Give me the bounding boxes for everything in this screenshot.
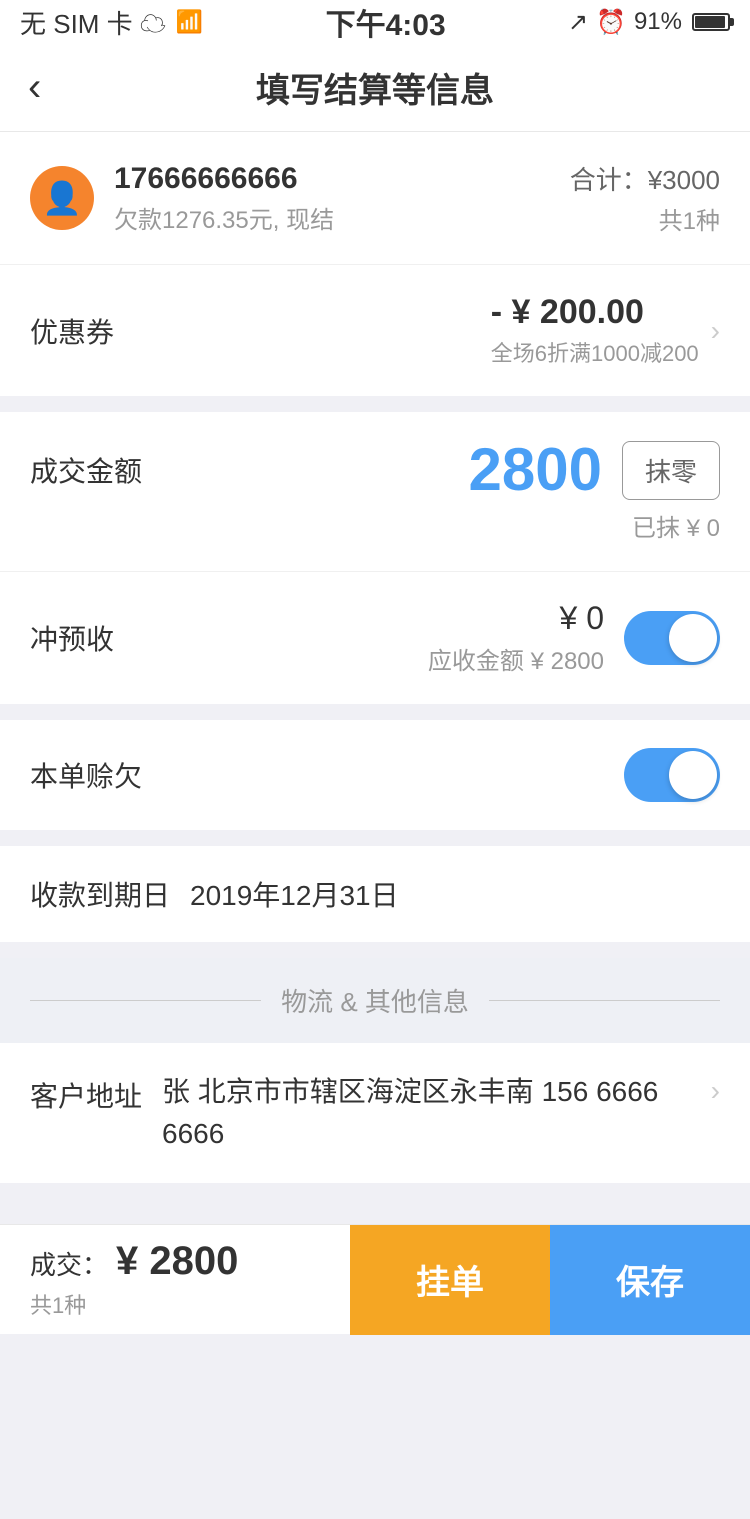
coupon-info: - ¥ 200.00 全场6折满1000减200	[491, 293, 699, 368]
round-button[interactable]: 抹零	[622, 441, 720, 500]
address-chevron-icon: ›	[711, 1071, 720, 1107]
prepay-label: 冲预收	[30, 618, 114, 658]
customer-info: 17666666666 欠款1276.35元, 现结	[114, 162, 334, 235]
duedate-section: 收款到期日 2019年12月31日	[0, 846, 750, 942]
trade-right: 2800 抹零	[469, 440, 721, 500]
total-label: 合计：¥3000	[570, 160, 720, 197]
toggle-knob	[669, 614, 717, 662]
bottom-bar: 成交： ¥ 2800 共1种 挂单 保存	[0, 1224, 750, 1334]
trade-row: 成交金额 2800 抹零	[30, 440, 720, 500]
trade-section: 成交金额 2800 抹零 已抹 ¥ 0 冲预收 ¥ 0 应收金额 ¥ 2800	[0, 412, 750, 704]
page-title: 填写结算等信息	[256, 63, 494, 112]
bottom-summary-label: 成交：	[30, 1245, 108, 1282]
prepay-sub: 应收金额 ¥ 2800	[428, 641, 604, 676]
bottom-summary-top: 成交： ¥ 2800	[30, 1239, 320, 1284]
bottom-summary-amount: ¥ 2800	[116, 1239, 238, 1284]
pending-button[interactable]: 挂单	[350, 1225, 550, 1335]
avatar-icon: 👤	[42, 179, 82, 217]
prepay-amount: ¥ 0	[428, 600, 604, 637]
credit-toggle[interactable]	[624, 748, 720, 802]
prepay-section: 冲预收 ¥ 0 应收金额 ¥ 2800	[0, 571, 750, 704]
duedate-label: 收款到期日	[30, 874, 170, 914]
trade-sub: 已抹 ¥ 0	[30, 508, 720, 543]
trade-label: 成交金额	[30, 450, 142, 490]
address-section[interactable]: 客户地址 张 北京市市辖区海淀区永丰南 156 6666 6666 ›	[0, 1043, 750, 1183]
status-left: 无 SIM 卡 ☁ 📶	[20, 4, 203, 41]
logistics-label: 物流 & 其他信息	[281, 982, 469, 1019]
coupon-right: - ¥ 200.00 全场6折满1000减200 ›	[491, 293, 720, 368]
total-count: 共1种	[570, 201, 720, 236]
address-label: 客户地址	[30, 1071, 142, 1115]
status-bar: 无 SIM 卡 ☁ 📶 下午4:03 ↗ ⏰ 91%	[0, 0, 750, 44]
duedate-row: 收款到期日 2019年12月31日	[30, 874, 720, 914]
battery-percent: 91%	[634, 8, 682, 36]
location-icon: ↗	[568, 8, 588, 37]
prepay-amount-block: ¥ 0 应收金额 ¥ 2800	[428, 600, 604, 676]
coupon-sub: 全场6折满1000减200	[491, 336, 699, 368]
save-button[interactable]: 保存	[550, 1225, 750, 1335]
nav-bar: ‹ 填写结算等信息	[0, 44, 750, 132]
customer-row: 👤 17666666666 欠款1276.35元, 现结 合计：¥3000 共1…	[0, 132, 750, 264]
status-time: 下午4:03	[326, 0, 446, 44]
divider-line-right	[489, 1000, 720, 1001]
prepay-row: 冲预收 ¥ 0 应收金额 ¥ 2800	[30, 600, 720, 676]
customer-section: 👤 17666666666 欠款1276.35元, 现结 合计：¥3000 共1…	[0, 132, 750, 396]
duedate-value: 2019年12月31日	[190, 874, 399, 914]
coupon-row[interactable]: 优惠券 - ¥ 200.00 全场6折满1000减200 ›	[0, 264, 750, 396]
chevron-right-icon: ›	[711, 315, 720, 347]
coupon-label: 优惠券	[30, 311, 114, 351]
credit-label: 本单赊欠	[30, 755, 142, 795]
address-value: 张 北京市市辖区海淀区永丰南 156 6666 6666	[162, 1071, 711, 1155]
sim-status: 无 SIM 卡 ☁	[20, 4, 166, 41]
alarm-icon: ⏰	[596, 8, 626, 37]
back-button[interactable]: ‹	[28, 65, 41, 110]
credit-section: 本单赊欠	[0, 720, 750, 830]
customer-sub: 欠款1276.35元, 现结	[114, 200, 334, 235]
customer-right: 合计：¥3000 共1种	[570, 160, 720, 236]
status-right: ↗ ⏰ 91%	[568, 8, 730, 37]
customer-phone: 17666666666	[114, 162, 334, 196]
customer-left: 👤 17666666666 欠款1276.35元, 现结	[30, 162, 334, 235]
divider-line-left	[30, 1000, 261, 1001]
avatar: 👤	[30, 166, 94, 230]
logistics-divider: 物流 & 其他信息	[0, 958, 750, 1043]
battery-icon	[692, 13, 730, 31]
credit-toggle-knob	[669, 751, 717, 799]
trade-amount-row: 成交金额 2800 抹零 已抹 ¥ 0	[0, 412, 750, 571]
bottom-summary-count: 共1种	[30, 1288, 320, 1320]
coupon-discount: - ¥ 200.00	[491, 293, 699, 332]
wifi-icon: 📶	[176, 9, 203, 35]
bottom-summary: 成交： ¥ 2800 共1种	[0, 1239, 350, 1320]
trade-amount: 2800	[469, 440, 602, 500]
prepay-right: ¥ 0 应收金额 ¥ 2800	[428, 600, 720, 676]
prepay-toggle[interactable]	[624, 611, 720, 665]
